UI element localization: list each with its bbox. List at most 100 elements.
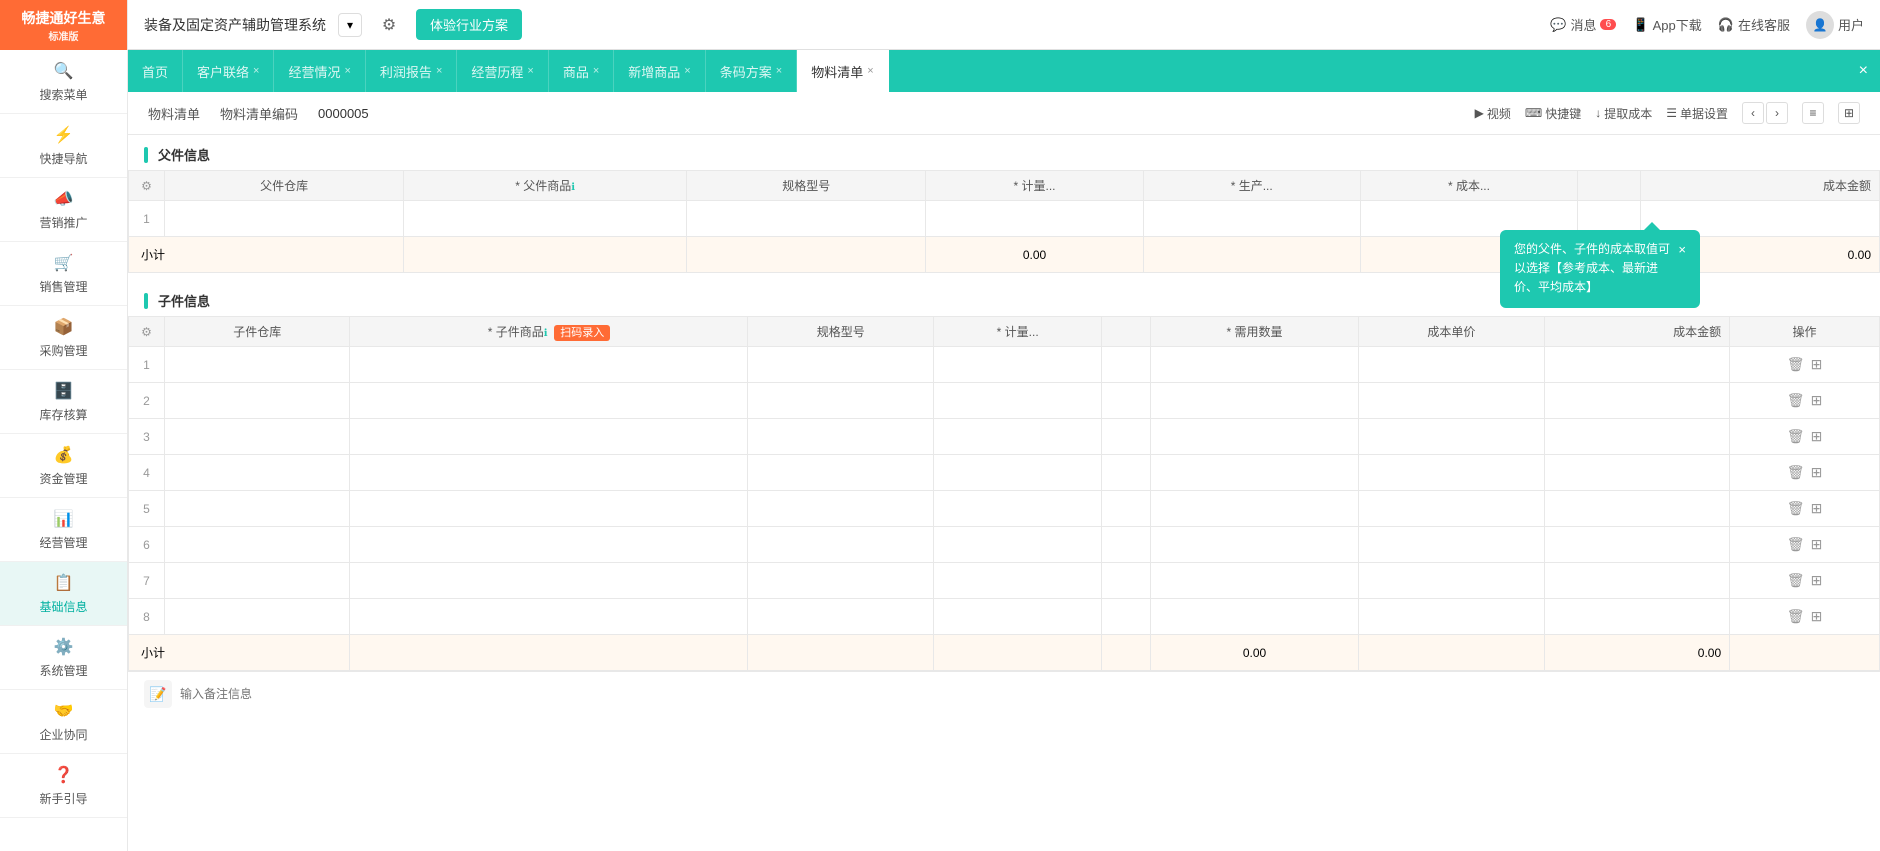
trial-button[interactable]: 体验行业方案 xyxy=(416,9,522,40)
child-product-5[interactable] xyxy=(350,491,748,527)
online-service-button[interactable]: 🎧 在线客服 xyxy=(1718,15,1790,34)
child-product-4[interactable] xyxy=(350,455,748,491)
system-dropdown[interactable]: ▾ xyxy=(338,13,362,37)
sidebar-item-search[interactable]: 🔍 搜索菜单 xyxy=(0,50,127,114)
child-product-8[interactable] xyxy=(350,599,748,635)
tab-close-ops[interactable]: × xyxy=(344,65,350,77)
delete-icon-3[interactable]: 🗑 xyxy=(1787,428,1805,445)
child-warehouse-8[interactable] xyxy=(165,599,350,635)
child-unit-cost-5[interactable] xyxy=(1359,491,1544,527)
child-product-6[interactable] xyxy=(350,527,748,563)
child-warehouse-7[interactable] xyxy=(165,563,350,599)
parent-production-1[interactable] xyxy=(1143,201,1360,237)
child-qty-7[interactable] xyxy=(1150,563,1358,599)
view-action[interactable]: ▶ 视频 xyxy=(1475,105,1511,122)
child-spec-1[interactable] xyxy=(748,347,933,383)
child-spec-5[interactable] xyxy=(748,491,933,527)
next-page-button[interactable]: › xyxy=(1766,102,1788,124)
child-warehouse-4[interactable] xyxy=(165,455,350,491)
child-qty-3[interactable] xyxy=(1150,419,1358,455)
breadcrumb-parent[interactable]: 物料清单 xyxy=(148,104,200,123)
tab-close-goods[interactable]: × xyxy=(593,65,599,77)
child-warehouse-1[interactable] xyxy=(165,347,350,383)
child-table-settings-button[interactable]: ⚙ xyxy=(137,325,156,339)
messages-button[interactable]: 💬 消息 6 xyxy=(1550,15,1616,34)
child-qty-1[interactable] xyxy=(1150,347,1358,383)
child-amount-1[interactable] xyxy=(1544,347,1729,383)
remark-input[interactable] xyxy=(180,687,1864,701)
child-unit-2[interactable] xyxy=(933,383,1101,419)
child-product-2[interactable] xyxy=(350,383,748,419)
tab-bom[interactable]: 物料清单 × xyxy=(797,50,888,92)
child-unit-cost-8[interactable] xyxy=(1359,599,1544,635)
copy-icon-7[interactable]: ⊞ xyxy=(1811,572,1823,589)
tab-home[interactable]: 首页 xyxy=(128,50,183,92)
sidebar-item-basics[interactable]: 📋 基础信息 xyxy=(0,562,127,626)
copy-icon-4[interactable]: ⊞ xyxy=(1811,464,1823,481)
layout-grid-button[interactable]: ⊞ xyxy=(1838,102,1860,124)
sidebar-item-operations[interactable]: 📊 经营管理 xyxy=(0,498,127,562)
note-icon[interactable]: 📝 xyxy=(144,680,172,708)
copy-icon-3[interactable]: ⊞ xyxy=(1811,428,1823,445)
child-unit-cost-6[interactable] xyxy=(1359,527,1544,563)
delete-icon-8[interactable]: 🗑 xyxy=(1787,608,1805,625)
child-warehouse-6[interactable] xyxy=(165,527,350,563)
scan-input-badge[interactable]: 扫码录入 xyxy=(554,325,610,341)
copy-icon-1[interactable]: ⊞ xyxy=(1811,356,1823,373)
delete-icon-1[interactable]: 🗑 xyxy=(1787,356,1805,373)
child-amount-6[interactable] xyxy=(1544,527,1729,563)
parent-spec-1[interactable] xyxy=(687,201,926,237)
child-product-7[interactable] xyxy=(350,563,748,599)
child-unit-4[interactable] xyxy=(933,455,1101,491)
delete-icon-7[interactable]: 🗑 xyxy=(1787,572,1805,589)
child-qty-5[interactable] xyxy=(1150,491,1358,527)
parent-product-1[interactable] xyxy=(404,201,687,237)
child-product-1[interactable] xyxy=(350,347,748,383)
child-amount-2[interactable] xyxy=(1544,383,1729,419)
tab-close-profit[interactable]: × xyxy=(436,65,442,77)
child-spec-6[interactable] xyxy=(748,527,933,563)
child-unit-cost-3[interactable] xyxy=(1359,419,1544,455)
copy-icon-6[interactable]: ⊞ xyxy=(1811,536,1823,553)
layout-list-button[interactable]: ≡ xyxy=(1802,102,1824,124)
single-settings-action[interactable]: ☰ 单据设置 xyxy=(1666,105,1728,122)
tab-journey[interactable]: 经营历程 × xyxy=(457,50,548,92)
child-spec-7[interactable] xyxy=(748,563,933,599)
child-spec-8[interactable] xyxy=(748,599,933,635)
sidebar-item-enterprise[interactable]: 🤝 企业协同 xyxy=(0,690,127,754)
child-amount-8[interactable] xyxy=(1544,599,1729,635)
copy-icon-5[interactable]: ⊞ xyxy=(1811,500,1823,517)
child-unit-6[interactable] xyxy=(933,527,1101,563)
close-all-tabs-button[interactable]: × xyxy=(1847,62,1880,80)
child-amount-5[interactable] xyxy=(1544,491,1729,527)
sidebar-item-purchase[interactable]: 📦 采购管理 xyxy=(0,306,127,370)
extract-cost-action[interactable]: ↓ 提取成本 xyxy=(1595,105,1652,122)
delete-icon-2[interactable]: 🗑 xyxy=(1787,392,1805,409)
tab-customer[interactable]: 客户联络 × xyxy=(183,50,274,92)
child-qty-2[interactable] xyxy=(1150,383,1358,419)
parent-unit-1[interactable] xyxy=(926,201,1143,237)
child-unit-cost-1[interactable] xyxy=(1359,347,1544,383)
sidebar-item-inventory[interactable]: 🗄️ 库存核算 xyxy=(0,370,127,434)
tab-new-goods[interactable]: 新增商品 × xyxy=(614,50,705,92)
child-unit-3[interactable] xyxy=(933,419,1101,455)
child-spec-2[interactable] xyxy=(748,383,933,419)
tab-close-customer[interactable]: × xyxy=(253,65,259,77)
child-qty-4[interactable] xyxy=(1150,455,1358,491)
sidebar-item-finance[interactable]: 💰 资金管理 xyxy=(0,434,127,498)
child-warehouse-2[interactable] xyxy=(165,383,350,419)
tab-profit[interactable]: 利润报告 × xyxy=(366,50,457,92)
child-unit-8[interactable] xyxy=(933,599,1101,635)
tab-close-barcode[interactable]: × xyxy=(776,65,782,77)
child-amount-4[interactable] xyxy=(1544,455,1729,491)
child-spec-4[interactable] xyxy=(748,455,933,491)
tab-close-new-goods[interactable]: × xyxy=(684,65,690,77)
delete-icon-5[interactable]: 🗑 xyxy=(1787,500,1805,517)
shortcut-action[interactable]: ⌨ 快捷键 xyxy=(1525,105,1581,122)
sidebar-item-sales[interactable]: 🛒 销售管理 xyxy=(0,242,127,306)
child-amount-7[interactable] xyxy=(1544,563,1729,599)
child-unit-1[interactable] xyxy=(933,347,1101,383)
tab-close-bom[interactable]: × xyxy=(867,65,873,77)
child-qty-8[interactable] xyxy=(1150,599,1358,635)
user-button[interactable]: 👤 用户 xyxy=(1806,11,1864,39)
